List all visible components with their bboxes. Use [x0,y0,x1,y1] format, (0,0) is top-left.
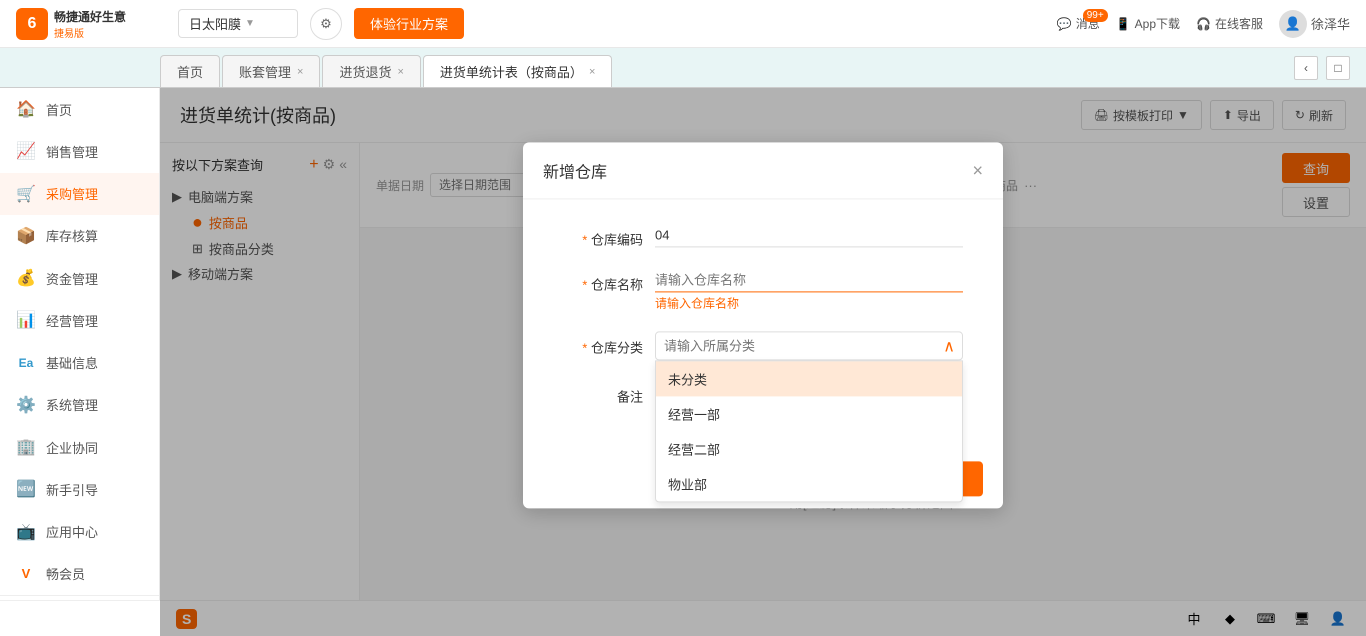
sidebar-item-system[interactable]: ⚙️ 系统管理 [0,384,159,426]
logo-icon: 6 [16,8,48,40]
system-icon: ⚙️ [16,395,36,415]
notification-btn[interactable]: 💬 消息 99+ [1057,15,1100,32]
main-layout: 🏠 首页 📈 销售管理 🛒 采购管理 📦 库存核算 💰 资金管理 📊 经营管理 … [0,88,1366,636]
tab-purchase-stats[interactable]: 进货单统计表（按商品） × [423,55,612,87]
dropdown-item-uncategorized[interactable]: 未分类 [656,361,962,396]
modal-close-btn[interactable]: × [972,160,983,181]
code-input[interactable] [655,223,963,247]
sidebar-item-operations[interactable]: 📊 经营管理 [0,299,159,341]
category-dropdown: 未分类 经营一部 经营二部 物业部 [655,360,963,502]
home-icon: 🏠 [16,99,36,119]
code-form-row: * 仓库编码 [563,223,963,248]
headset-icon: 🎧 [1196,17,1211,31]
modal-title: 新增仓库 [543,158,607,182]
add-warehouse-modal: 新增仓库 × * 仓库编码 * [523,142,1003,508]
code-label: * 仓库编码 [563,223,643,248]
sidebar-item-inventory[interactable]: 📦 库存核算 [0,215,159,257]
category-form-row: * 仓库分类 ∧ 未分类 经营一部 经营二部 物业部 [563,331,963,360]
notes-label: 备注 [563,380,643,405]
operations-icon: 📊 [16,310,36,330]
avatar: 👤 [1279,10,1307,38]
tab-purchase-return[interactable]: 进货退货 × [322,55,420,87]
username: 徐泽华 [1311,14,1350,33]
apps-icon: 📺 [16,522,36,542]
enterprise-icon: 🏢 [16,437,36,457]
logo-text: 畅捷通好生意 捷易版 [54,8,126,40]
basic-info-icon: Ea [16,353,36,373]
category-input[interactable] [655,331,963,360]
sidebar-item-enterprise[interactable]: 🏢 企业协同 [0,426,159,468]
sidebar-item-apps[interactable]: 📺 应用中心 [0,511,159,553]
modal-body: * 仓库编码 * 仓库名称 请输入仓库名称 [523,199,1003,449]
inventory-icon: 📦 [16,226,36,246]
category-toggle-icon[interactable]: ∧ [943,336,955,356]
sidebar-item-purchase[interactable]: 🛒 采购管理 [0,173,159,215]
app-download-btn[interactable]: 📱 App下载 [1116,15,1180,32]
vip-icon: V [16,564,36,584]
name-label: * 仓库名称 [563,268,643,293]
experience-button[interactable]: 体验行业方案 [354,8,464,39]
tab-home[interactable]: 首页 [160,55,220,87]
sales-icon: 📈 [16,141,36,161]
tab-close-purchase-return[interactable]: × [397,66,403,78]
code-input-wrap [655,223,963,247]
dropdown-item-dept2[interactable]: 经营二部 [656,431,962,466]
sidebar: 🏠 首页 📈 销售管理 🛒 采购管理 📦 库存核算 💰 资金管理 📊 经营管理 … [0,88,160,636]
top-header: 6 畅捷通好生意 捷易版 日太阳膜 ▼ ⚙ 体验行业方案 💬 消息 99+ 📱 … [0,0,1366,48]
tab-prev-btn[interactable]: ‹ [1294,56,1318,80]
sidebar-item-finance[interactable]: 💰 资金管理 [0,257,159,299]
name-error-msg: 请输入仓库名称 [655,294,963,311]
sidebar-item-vip[interactable]: V 畅会员 [0,553,159,595]
tab-bar-controls: ‹ □ [1294,56,1350,80]
name-form-row: * 仓库名称 请输入仓库名称 [563,268,963,311]
tab-bar: 首页 账套管理 × 进货退货 × 进货单统计表（按商品） × ‹ □ [0,48,1366,88]
category-input-wrap: ∧ 未分类 经营一部 经营二部 物业部 [655,331,963,360]
dropdown-item-property[interactable]: 物业部 [656,466,962,501]
dropdown-item-dept1[interactable]: 经营一部 [656,396,962,431]
online-service-btn[interactable]: 🎧 在线客服 [1196,15,1263,32]
guide-icon: 🆕 [16,479,36,499]
name-input-wrap: 请输入仓库名称 [655,268,963,311]
header-right: 💬 消息 99+ 📱 App下载 🎧 在线客服 👤 徐泽华 [1057,10,1350,38]
mobile-icon: 📱 [1116,17,1131,31]
purchase-icon: 🛒 [16,184,36,204]
modal-header: 新增仓库 × [523,142,1003,199]
settings-icon[interactable]: ⚙ [310,8,342,40]
sidebar-item-home[interactable]: 🏠 首页 [0,88,159,130]
tab-accounts[interactable]: 账套管理 × [222,55,320,87]
name-input[interactable] [655,268,963,292]
logo-area: 6 畅捷通好生意 捷易版 [16,8,166,40]
user-menu[interactable]: 👤 徐泽华 [1279,10,1350,38]
sidebar-item-sales[interactable]: 📈 销售管理 [0,130,159,172]
notification-badge: 99+ [1083,9,1108,22]
message-icon: 💬 [1057,17,1072,31]
category-label: * 仓库分类 [563,331,643,356]
tab-close-purchase-stats[interactable]: × [589,66,595,78]
content-area: 进货单统计(按商品) 🖨 按模板打印 ▼ ⬆ 导出 ↻ 刷新 [160,88,1366,636]
store-selector[interactable]: 日太阳膜 ▼ [178,9,298,38]
store-name: 日太阳膜 [189,14,241,33]
finance-icon: 💰 [16,268,36,288]
sidebar-item-basic-info[interactable]: Ea 基础信息 [0,342,159,384]
store-dropdown-arrow: ▼ [245,18,255,29]
tab-close-accounts[interactable]: × [297,66,303,78]
sidebar-item-guide[interactable]: 🆕 新手引导 [0,468,159,510]
tab-next-btn[interactable]: □ [1326,56,1350,80]
